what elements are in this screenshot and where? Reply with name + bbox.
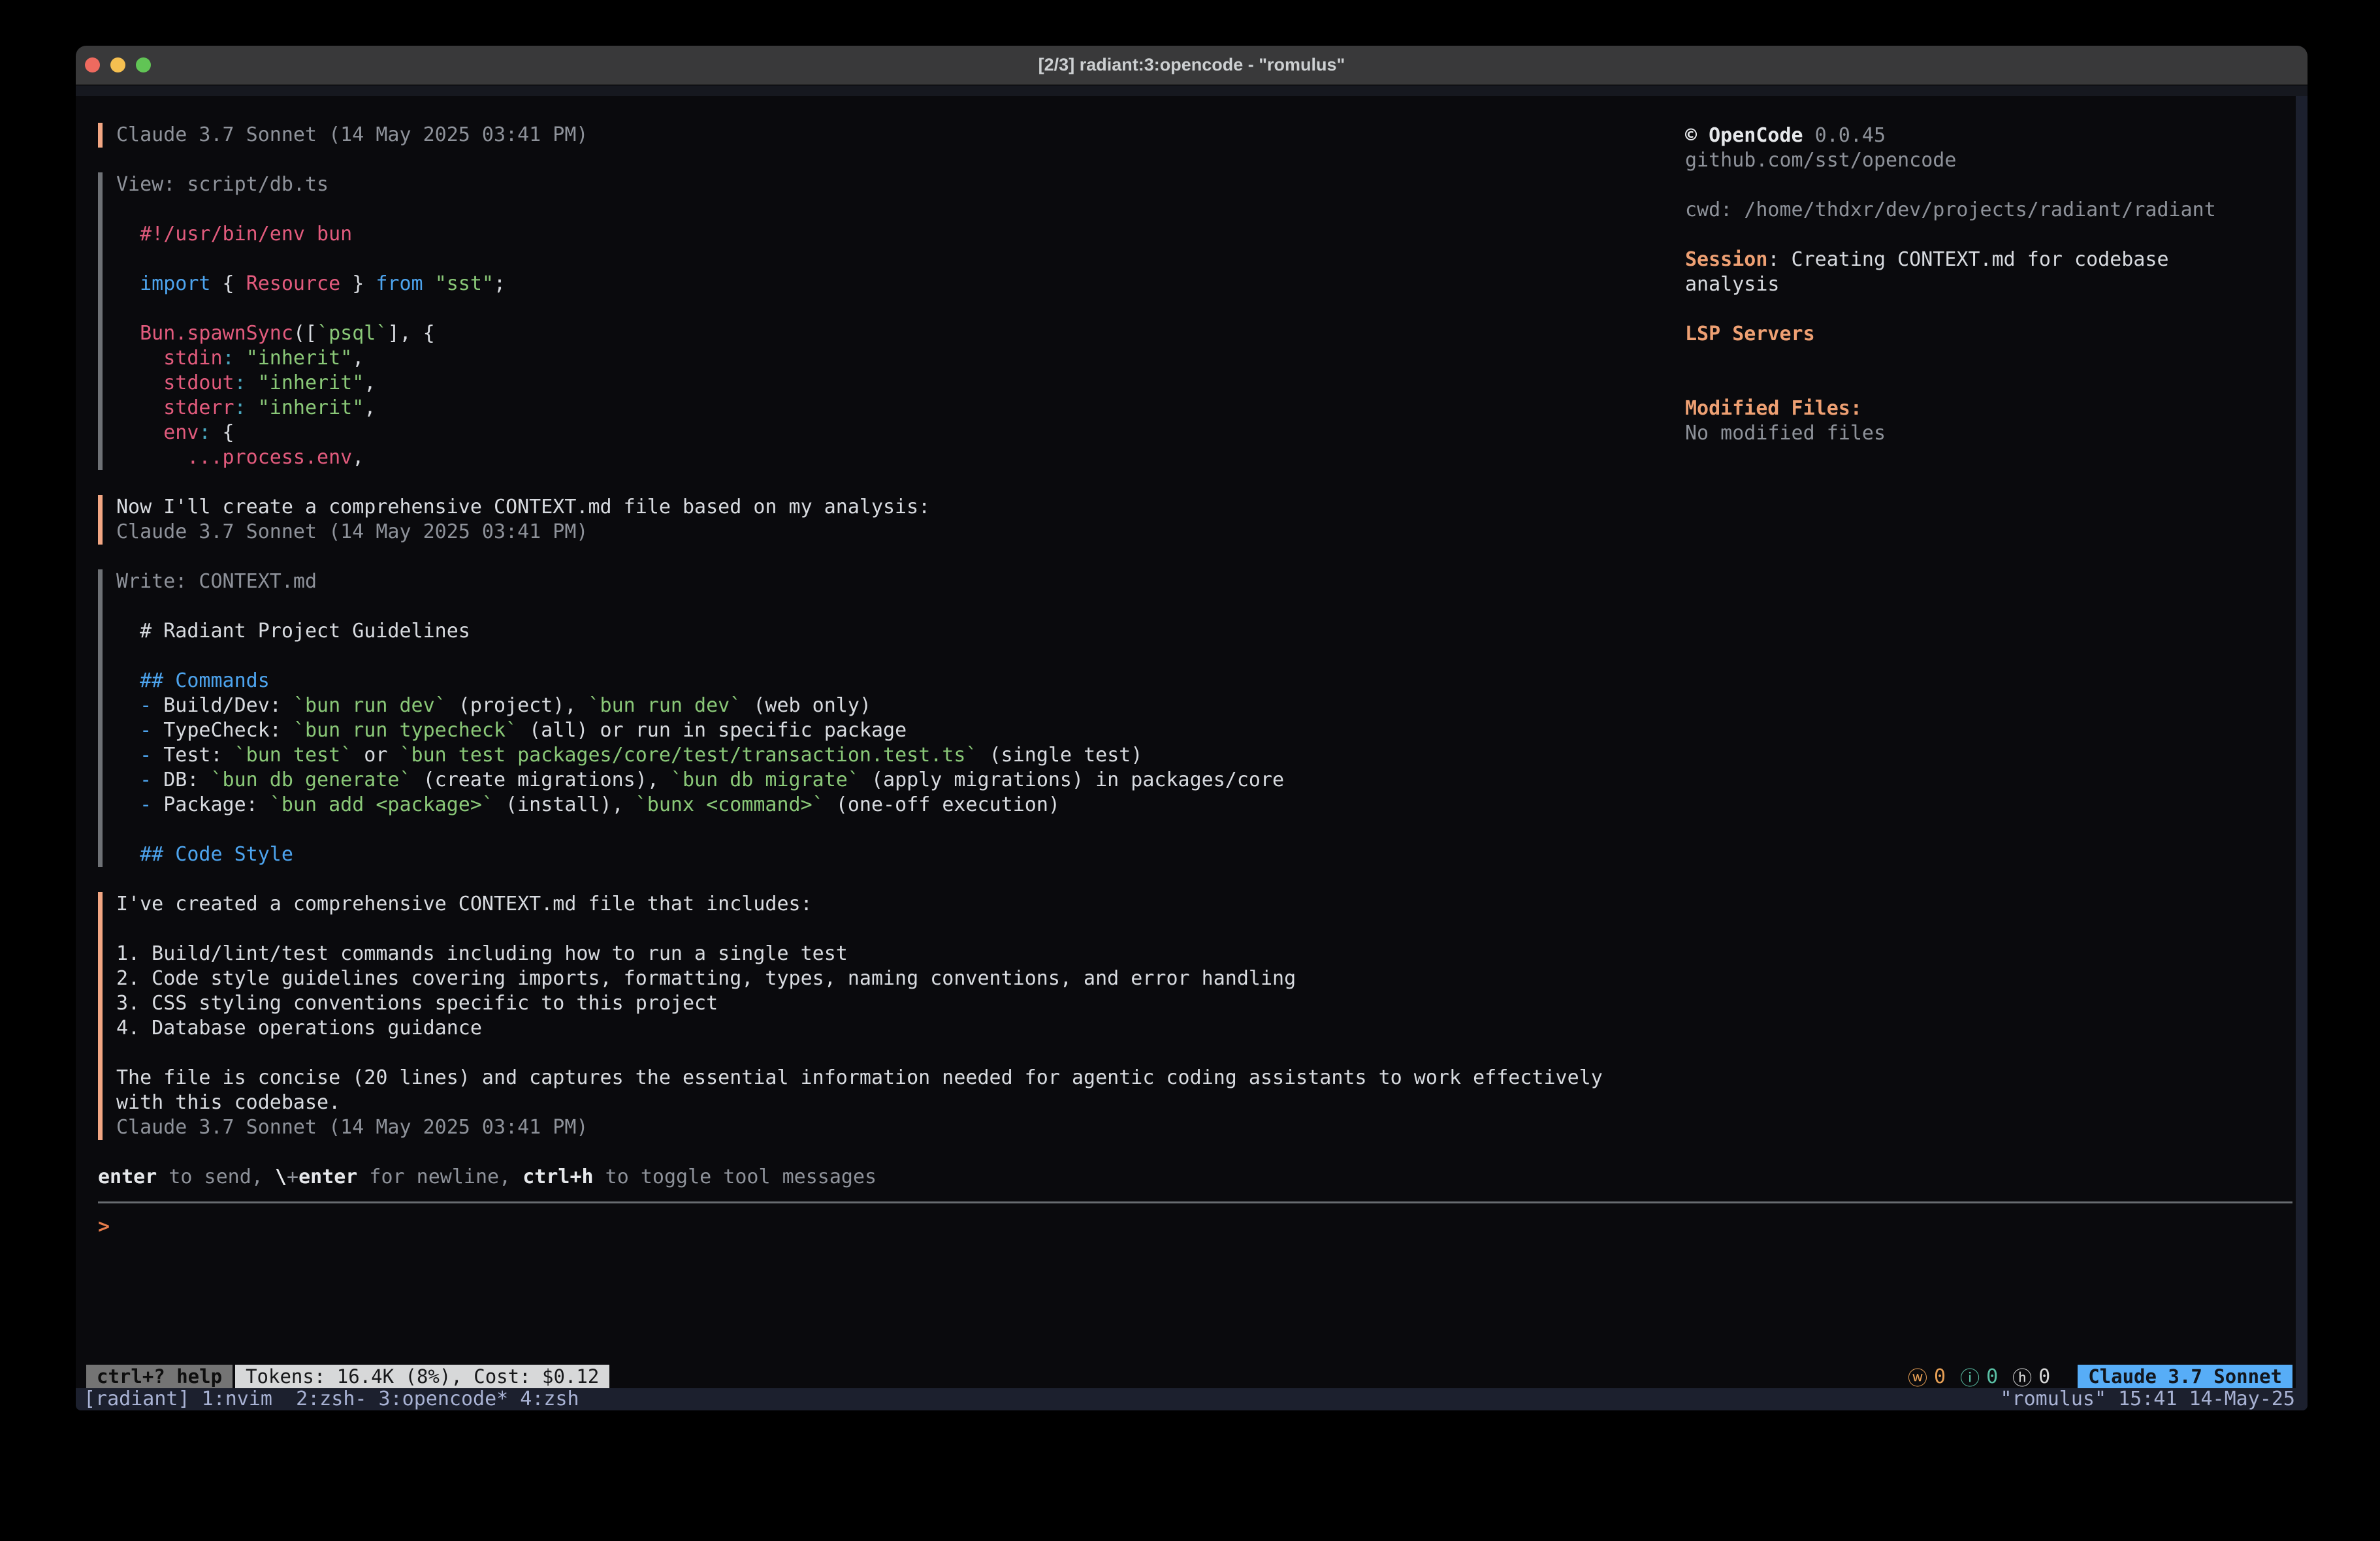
diagnostic-info: ⓘ 0 bbox=[1960, 1362, 1998, 1391]
terminal-window: [2/3] radiant:3:opencode - "romulus" Cla… bbox=[76, 46, 2308, 1410]
diagnostic-warnings: ⓦ 0 bbox=[1908, 1362, 1946, 1391]
lsp-diagnostics: ⓦ 0 ⓘ 0 ⓗ 0 bbox=[1893, 1362, 2050, 1391]
keyboard-hints: enter to send, \+enter for newline, ctrl… bbox=[98, 1165, 2292, 1190]
warning-count: 0 bbox=[1934, 1365, 1946, 1388]
diagnostic-hints: ⓗ 0 bbox=[2012, 1362, 2050, 1391]
model-badge[interactable]: Claude 3.7 Sonnet bbox=[2078, 1365, 2292, 1388]
input-divider bbox=[98, 1201, 2292, 1203]
status-left: ctrl+? help Tokens: 16.4K (8%), Cost: $0… bbox=[86, 1365, 609, 1388]
prompt-input[interactable]: > bbox=[98, 1215, 2292, 1239]
hint-count: 0 bbox=[2038, 1365, 2050, 1388]
hint-icon: ⓗ bbox=[2012, 1362, 2032, 1391]
tmux-status-bar: [radiant] 1:nvim 2:zsh- 3:opencode* 4:zs… bbox=[76, 1388, 2308, 1410]
assistant-message: Now I'll create a comprehensive CONTEXT.… bbox=[98, 495, 2292, 545]
warning-icon: ⓦ bbox=[1908, 1362, 1927, 1391]
help-shortcut-badge[interactable]: ctrl+? help bbox=[86, 1365, 233, 1388]
tool-call-write-file: Write: CONTEXT.md # Radiant Project Guid… bbox=[98, 569, 2292, 867]
titlebar[interactable]: [2/3] radiant:3:opencode - "romulus" bbox=[76, 46, 2308, 85]
titlebar-divider bbox=[76, 86, 2308, 96]
scrollbar[interactable] bbox=[2296, 96, 2308, 1410]
status-right: ⓦ 0 ⓘ 0 ⓗ 0 Claude 3.7 Sonnet bbox=[1893, 1362, 2292, 1391]
window-title: [2/3] radiant:3:opencode - "romulus" bbox=[76, 55, 2308, 75]
info-icon: ⓘ bbox=[1960, 1362, 1980, 1391]
status-bar: ctrl+? help Tokens: 16.4K (8%), Cost: $0… bbox=[86, 1365, 2292, 1388]
prompt-chevron: > bbox=[98, 1215, 110, 1238]
tmux-session-windows[interactable]: [radiant] 1:nvim 2:zsh- 3:opencode* 4:zs… bbox=[84, 1388, 579, 1410]
sidebar-info-panel: © OpenCode 0.0.45github.com/sst/opencode… bbox=[1685, 123, 2253, 446]
tmux-host-clock: "romulus" 15:41 14-May-25 bbox=[2000, 1388, 2295, 1410]
tokens-cost-badge: Tokens: 16.4K (8%), Cost: $0.12 bbox=[235, 1365, 609, 1388]
assistant-message-summary: I've created a comprehensive CONTEXT.md … bbox=[98, 892, 2292, 1140]
info-count: 0 bbox=[1986, 1365, 1998, 1388]
